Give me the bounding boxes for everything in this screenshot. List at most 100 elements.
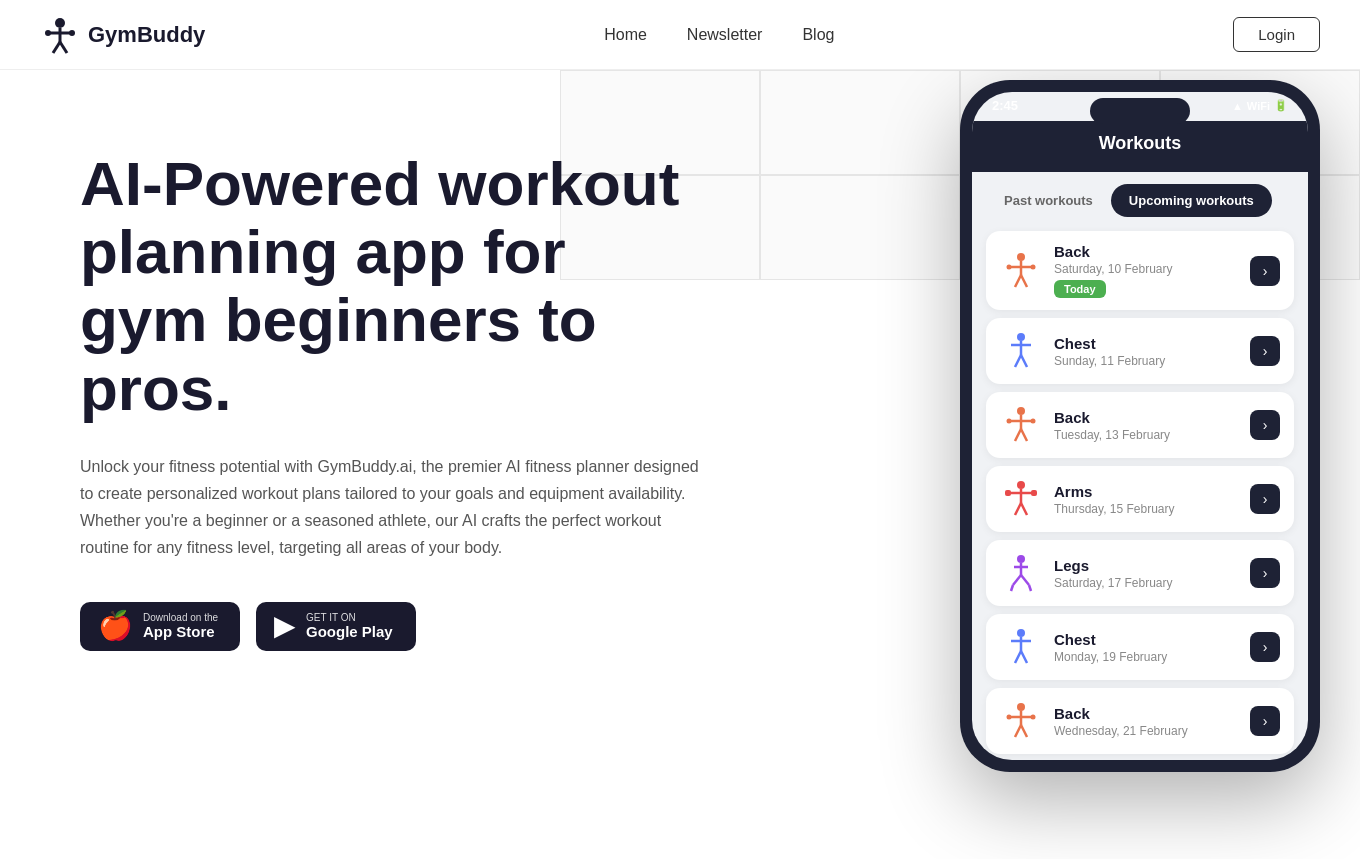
workout-date-7: Wednesday, 21 February bbox=[1054, 724, 1238, 738]
chest-exercise-icon-2 bbox=[1001, 627, 1041, 667]
svg-rect-29 bbox=[1005, 490, 1011, 496]
svg-rect-30 bbox=[1031, 490, 1037, 496]
app-store-text: Download on the App Store bbox=[143, 612, 218, 641]
workout-icon-back-2 bbox=[1000, 404, 1042, 446]
workout-arrow-3[interactable]: › bbox=[1250, 410, 1280, 440]
back-exercise-icon bbox=[1001, 251, 1041, 291]
logo-text: GymBuddy bbox=[88, 22, 205, 48]
nav-home[interactable]: Home bbox=[604, 26, 647, 43]
chest-exercise-icon bbox=[1001, 331, 1041, 371]
workout-tabs: Past workouts Upcoming workouts bbox=[972, 172, 1308, 225]
app-store-button[interactable]: 🍎 Download on the App Store bbox=[80, 602, 240, 651]
workout-icon-back-3 bbox=[1000, 700, 1042, 742]
svg-line-36 bbox=[1013, 575, 1021, 585]
workout-info-4: Arms Thursday, 15 February bbox=[1054, 483, 1238, 516]
apple-icon: 🍎 bbox=[98, 612, 133, 640]
workout-date-4: Thursday, 15 February bbox=[1054, 502, 1238, 516]
workout-date-6: Monday, 19 February bbox=[1054, 650, 1238, 664]
workout-name-3: Back bbox=[1054, 409, 1238, 426]
svg-point-23 bbox=[1031, 419, 1036, 424]
google-play-button[interactable]: ▶ GET IT ON Google Play bbox=[256, 602, 416, 651]
phone-status-icons: ▲ WiFi 🔋 bbox=[1232, 99, 1288, 112]
workout-icon-chest-2 bbox=[1000, 626, 1042, 668]
google-play-sub: GET IT ON bbox=[306, 612, 393, 623]
svg-line-31 bbox=[1015, 503, 1021, 515]
hero-description: Unlock your fitness potential with GymBu… bbox=[80, 453, 710, 562]
workout-card-5: Legs Saturday, 17 February › bbox=[986, 540, 1294, 606]
phone-notch bbox=[1090, 98, 1190, 124]
workout-info-3: Back Tuesday, 13 February bbox=[1054, 409, 1238, 442]
hero-section: AI-Powered workout planning app for gym … bbox=[0, 70, 1360, 859]
workout-arrow-6[interactable]: › bbox=[1250, 632, 1280, 662]
svg-line-12 bbox=[1015, 275, 1021, 287]
wifi-icon: WiFi bbox=[1247, 100, 1270, 112]
workout-name-1: Back bbox=[1054, 243, 1238, 260]
nav-blog[interactable]: Blog bbox=[802, 26, 834, 43]
workout-info-2: Chest Sunday, 11 February bbox=[1054, 335, 1238, 368]
svg-line-6 bbox=[60, 42, 67, 53]
hero-left: AI-Powered workout planning app for gym … bbox=[0, 70, 760, 711]
workout-arrow-5[interactable]: › bbox=[1250, 558, 1280, 588]
signal-icon: ▲ bbox=[1232, 100, 1243, 112]
play-icon: ▶ bbox=[274, 612, 296, 640]
svg-line-13 bbox=[1021, 275, 1027, 287]
workout-date-1: Saturday, 10 February bbox=[1054, 262, 1238, 276]
workout-icon-chest-1 bbox=[1000, 330, 1042, 372]
svg-line-50 bbox=[1015, 725, 1021, 737]
nav-newsletter[interactable]: Newsletter bbox=[687, 26, 763, 43]
back-exercise-icon-2 bbox=[1001, 405, 1041, 445]
hero-title: AI-Powered workout planning app for gym … bbox=[80, 150, 710, 423]
svg-point-10 bbox=[1007, 264, 1012, 269]
app-store-sub: Download on the bbox=[143, 612, 218, 623]
workout-info-5: Legs Saturday, 17 February bbox=[1054, 557, 1238, 590]
svg-point-14 bbox=[1017, 333, 1025, 341]
svg-point-4 bbox=[69, 30, 75, 36]
svg-line-24 bbox=[1015, 429, 1021, 441]
workout-arrow-4[interactable]: › bbox=[1250, 484, 1280, 514]
svg-line-38 bbox=[1011, 585, 1013, 591]
svg-point-0 bbox=[55, 18, 65, 28]
workout-info-6: Chest Monday, 19 February bbox=[1054, 631, 1238, 664]
screen-title: Workouts bbox=[1099, 133, 1182, 153]
bg-square-2 bbox=[760, 70, 960, 175]
svg-line-39 bbox=[1029, 585, 1031, 591]
navbar: GymBuddy Home Newsletter Blog Login bbox=[0, 0, 1360, 70]
workout-card-6: Chest Monday, 19 February › bbox=[986, 614, 1294, 680]
workout-name-6: Chest bbox=[1054, 631, 1238, 648]
svg-line-51 bbox=[1021, 725, 1027, 737]
login-button[interactable]: Login bbox=[1233, 17, 1320, 52]
svg-line-17 bbox=[1015, 355, 1021, 367]
phone-screen: 2:45 ▲ WiFi 🔋 Workouts Past workouts Upc… bbox=[972, 92, 1308, 760]
svg-point-22 bbox=[1007, 419, 1012, 424]
svg-point-26 bbox=[1017, 481, 1025, 489]
svg-line-25 bbox=[1021, 429, 1027, 441]
workout-icon-back-1 bbox=[1000, 250, 1042, 292]
past-workouts-tab[interactable]: Past workouts bbox=[986, 184, 1111, 217]
svg-line-37 bbox=[1021, 575, 1029, 585]
svg-point-19 bbox=[1017, 407, 1025, 415]
svg-point-40 bbox=[1017, 629, 1025, 637]
today-badge: Today bbox=[1054, 280, 1106, 298]
legs-exercise-icon bbox=[1001, 553, 1041, 593]
logo[interactable]: GymBuddy bbox=[40, 15, 205, 55]
workout-arrow-7[interactable]: › bbox=[1250, 706, 1280, 736]
app-store-name: App Store bbox=[143, 623, 218, 641]
phone-outer: 2:45 ▲ WiFi 🔋 Workouts Past workouts Upc… bbox=[960, 80, 1320, 772]
svg-line-5 bbox=[53, 42, 60, 53]
svg-line-44 bbox=[1021, 651, 1027, 663]
svg-point-11 bbox=[1031, 264, 1036, 269]
svg-point-48 bbox=[1007, 715, 1012, 720]
workout-name-4: Arms bbox=[1054, 483, 1238, 500]
workout-card-1: Back Saturday, 10 February Today › bbox=[986, 231, 1294, 310]
phone-time: 2:45 bbox=[992, 98, 1018, 113]
workout-icon-arms bbox=[1000, 478, 1042, 520]
workout-list: Back Saturday, 10 February Today › bbox=[972, 225, 1308, 760]
workout-arrow-2[interactable]: › bbox=[1250, 336, 1280, 366]
svg-point-33 bbox=[1017, 555, 1025, 563]
svg-point-7 bbox=[1017, 253, 1025, 261]
google-play-name: Google Play bbox=[306, 623, 393, 641]
workout-arrow-1[interactable]: › bbox=[1250, 256, 1280, 286]
upcoming-workouts-tab[interactable]: Upcoming workouts bbox=[1111, 184, 1272, 217]
workout-name-2: Chest bbox=[1054, 335, 1238, 352]
workout-date-2: Sunday, 11 February bbox=[1054, 354, 1238, 368]
